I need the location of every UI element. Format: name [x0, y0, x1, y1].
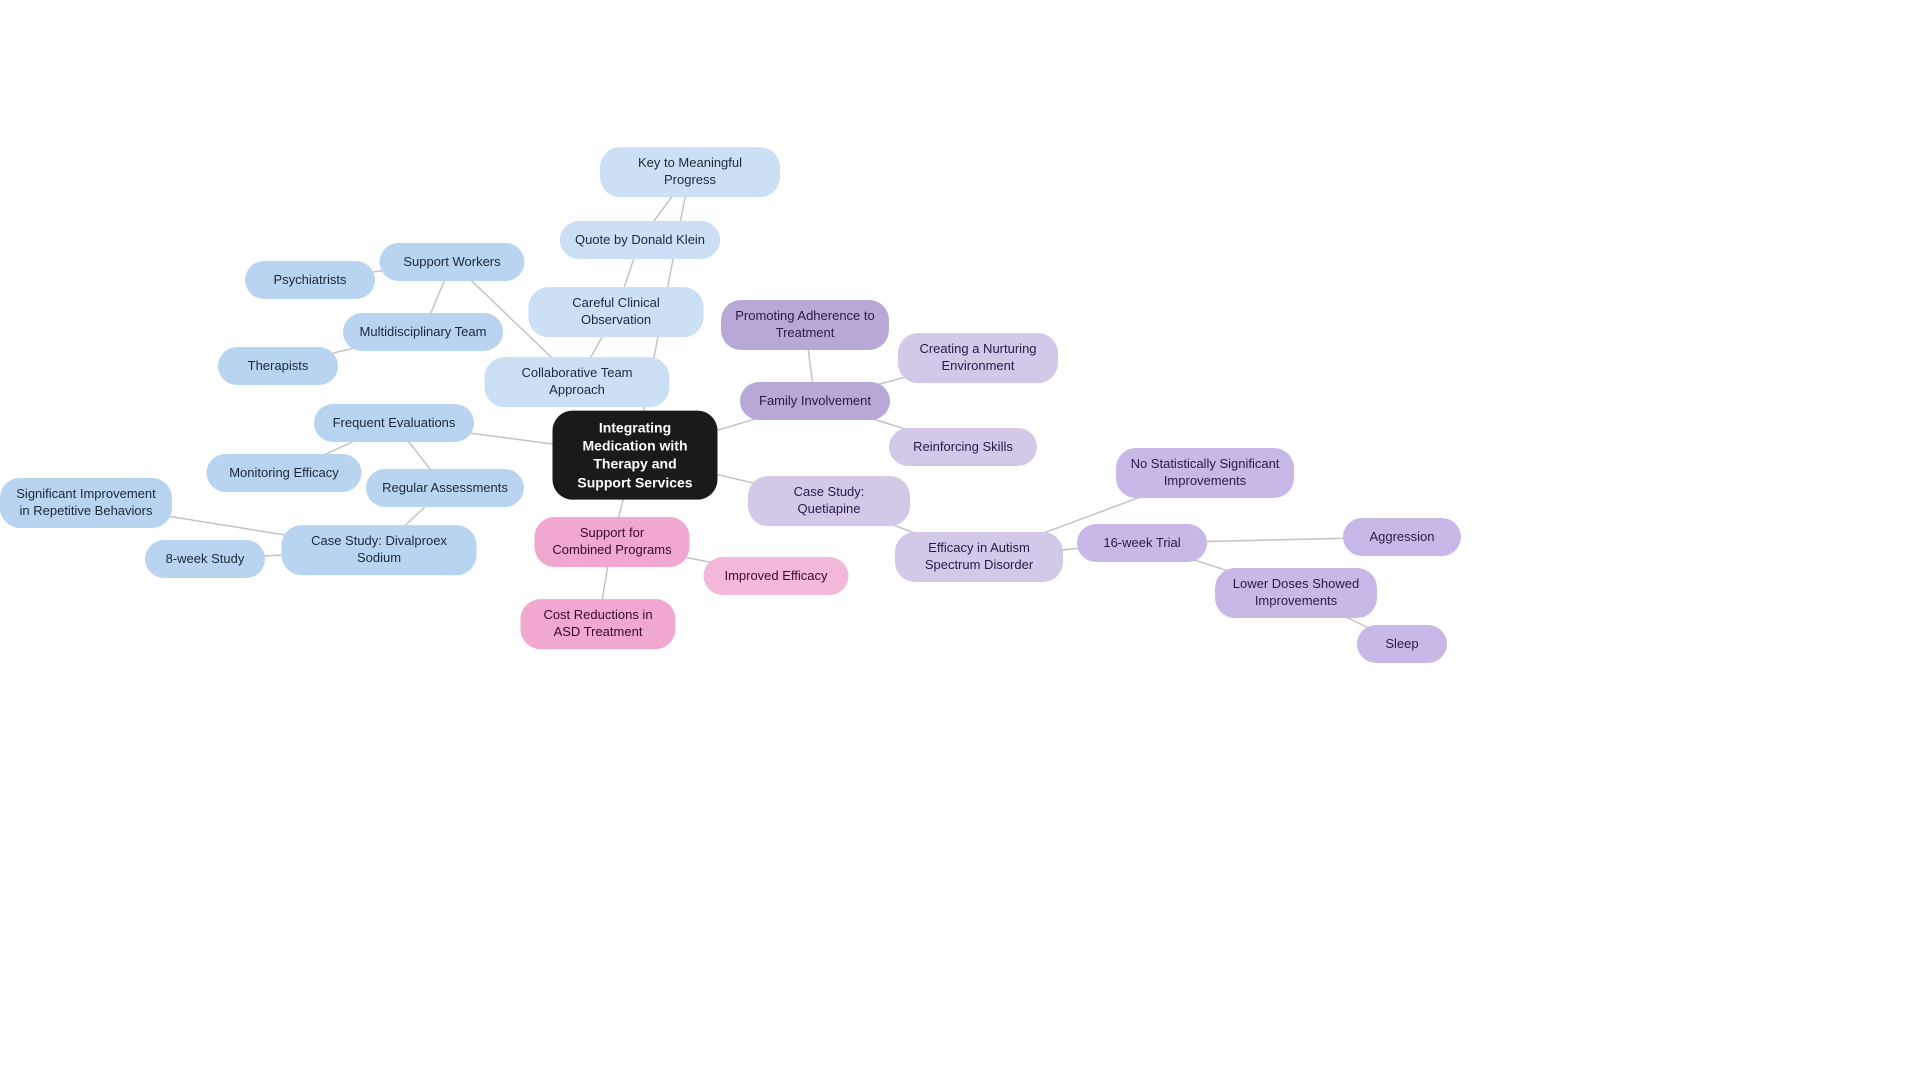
node-therapists[interactable]: Therapists — [218, 347, 338, 385]
node-promoting_adherence[interactable]: Promoting Adherence to Treatment — [721, 300, 889, 350]
node-eight_week[interactable]: 8-week Study — [145, 540, 265, 578]
node-lower_doses[interactable]: Lower Doses Showed Improvements — [1215, 568, 1377, 618]
node-improved_efficacy[interactable]: Improved Efficacy — [704, 557, 849, 595]
node-sleep[interactable]: Sleep — [1357, 625, 1447, 663]
node-cost_reductions[interactable]: Cost Reductions in ASD Treatment — [521, 599, 676, 649]
node-quote_klein[interactable]: Quote by Donald Klein — [560, 221, 720, 259]
node-careful_clinical[interactable]: Careful Clinical Observation — [529, 287, 704, 337]
node-case_quetiapine[interactable]: Case Study: Quetiapine — [748, 476, 910, 526]
node-multidisciplinary[interactable]: Multidisciplinary Team — [343, 313, 503, 351]
node-center[interactable]: Integrating Medication with Therapy and … — [553, 411, 718, 500]
node-sig_improvement[interactable]: Significant Improvement in Repetitive Be… — [0, 478, 172, 528]
node-regular_assess[interactable]: Regular Assessments — [366, 469, 524, 507]
node-collaborative[interactable]: Collaborative Team Approach — [485, 357, 670, 407]
node-aggression[interactable]: Aggression — [1343, 518, 1461, 556]
node-efficacy_autism[interactable]: Efficacy in Autism Spectrum Disorder — [895, 532, 1063, 582]
node-monitoring[interactable]: Monitoring Efficacy — [207, 454, 362, 492]
node-sixteen_week[interactable]: 16-week Trial — [1077, 524, 1207, 562]
node-support_workers[interactable]: Support Workers — [380, 243, 525, 281]
mindmap-container: Integrating Medication with Therapy and … — [0, 0, 1920, 1083]
node-family_involvement[interactable]: Family Involvement — [740, 382, 890, 420]
node-creating_nurturing[interactable]: Creating a Nurturing Environment — [898, 333, 1058, 383]
node-reinforcing_skills[interactable]: Reinforcing Skills — [889, 428, 1037, 466]
node-frequent_eval[interactable]: Frequent Evaluations — [314, 404, 474, 442]
node-psychiatrists[interactable]: Psychiatrists — [245, 261, 375, 299]
node-support_combined[interactable]: Support for Combined Programs — [535, 517, 690, 567]
node-case_divalproex[interactable]: Case Study: Divalproex Sodium — [282, 525, 477, 575]
node-no_sig_improve[interactable]: No Statistically Significant Improvement… — [1116, 448, 1294, 498]
node-key_progress[interactable]: Key to Meaningful Progress — [600, 147, 780, 197]
